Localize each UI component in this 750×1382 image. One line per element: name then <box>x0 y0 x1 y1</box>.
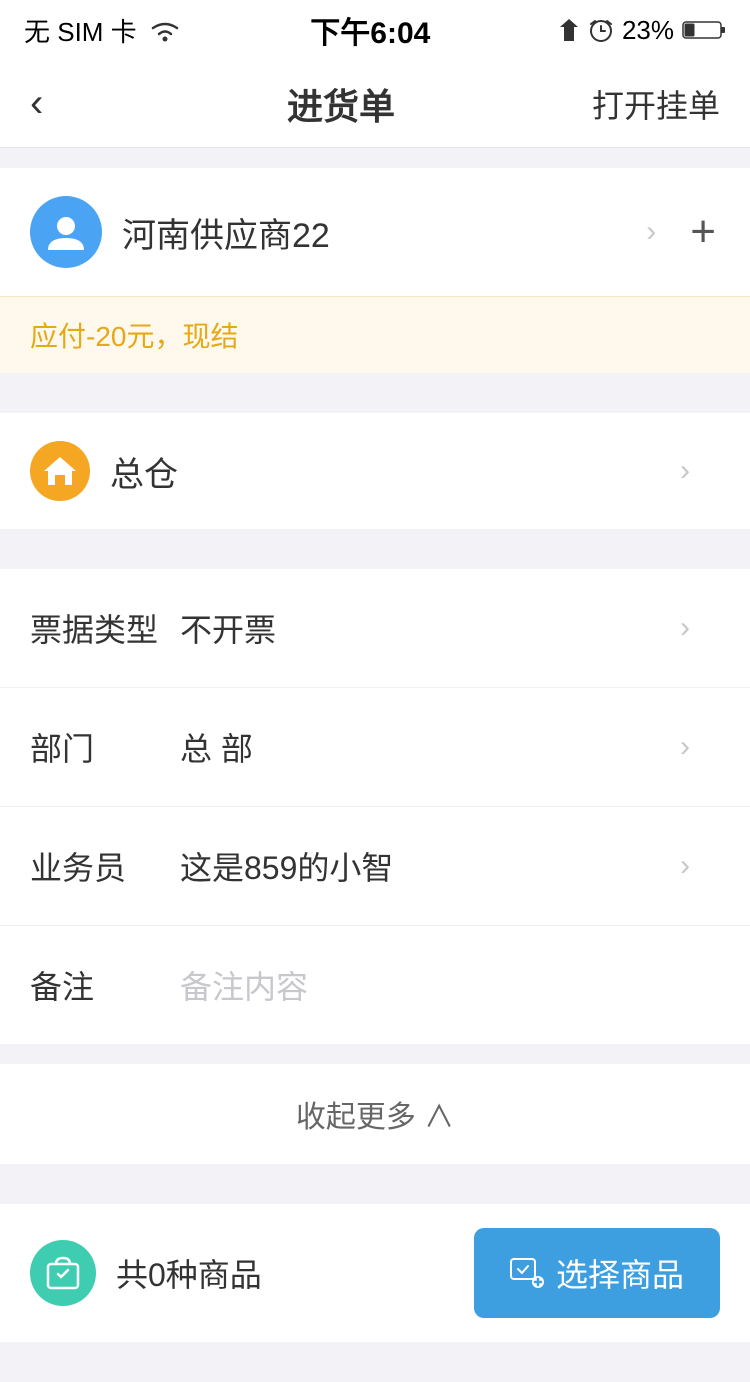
status-bar: 无 SIM 卡 下午6:04 23% <box>0 0 750 60</box>
status-time: 下午6:04 <box>310 8 430 52</box>
salesperson-label: 业务员 <box>30 843 170 889</box>
select-product-button[interactable]: 选择商品 <box>474 1228 720 1318</box>
battery-label: 23% <box>622 15 674 46</box>
invoice-chevron-icon: › <box>680 611 690 645</box>
dept-chevron-icon: › <box>680 730 690 764</box>
section-gap-4 <box>0 1164 750 1184</box>
warehouse-section: 总仓 › <box>0 413 750 529</box>
add-button[interactable]: + <box>686 207 720 257</box>
page-title: 进货单 <box>287 78 395 130</box>
warehouse-chevron-icon: › <box>680 454 690 488</box>
dept-row[interactable]: 部门 总 部 › <box>0 688 750 807</box>
select-product-label: 选择商品 <box>556 1250 684 1296</box>
collapse-row[interactable]: 收起更多 ∧ <box>0 1064 750 1164</box>
remark-label: 备注 <box>30 962 170 1008</box>
status-right: 23% <box>558 15 726 46</box>
section-gap-3 <box>0 529 750 549</box>
invoice-label: 票据类型 <box>30 605 170 651</box>
supplier-chevron-icon: › <box>646 215 656 249</box>
nav-bar: ‹ 进货单 打开挂单 <box>0 60 750 148</box>
supplier-section: 河南供应商22 › + 应付-20元，现结 <box>0 168 750 373</box>
open-pending-button[interactable]: 打开挂单 <box>592 81 720 127</box>
section-gap-1 <box>0 148 750 168</box>
form-section: 票据类型 不开票 › 部门 总 部 › 业务员 这是859的小智 › 备注 备注… <box>0 569 750 1044</box>
warehouse-name: 总仓 <box>110 447 680 496</box>
notice-bar: 应付-20元，现结 <box>0 296 750 373</box>
dept-label: 部门 <box>30 724 170 770</box>
select-product-icon <box>510 1258 544 1288</box>
salesperson-value: 这是859的小智 <box>170 843 680 889</box>
salesperson-row[interactable]: 业务员 这是859的小智 › <box>0 807 750 926</box>
invoice-value: 不开票 <box>170 605 680 651</box>
warehouse-icon <box>30 441 90 501</box>
back-button[interactable]: ‹ <box>30 81 90 126</box>
page-body: 河南供应商22 › + 应付-20元，现结 总仓 › 票据类型 不开票 › <box>0 148 750 1382</box>
alarm-icon <box>588 17 614 43</box>
product-icon <box>30 1240 96 1306</box>
product-count: 共0种商品 <box>116 1250 474 1296</box>
dept-value: 总 部 <box>170 724 680 770</box>
house-icon <box>42 453 78 489</box>
battery-icon <box>682 19 726 41</box>
shopping-icon <box>44 1254 82 1292</box>
remark-input[interactable]: 备注内容 <box>170 962 720 1008</box>
supplier-row[interactable]: 河南供应商22 › + <box>0 168 750 296</box>
status-left: 无 SIM 卡 <box>24 12 183 49</box>
section-gap-2 <box>0 373 750 393</box>
wifi-icon <box>147 17 183 43</box>
supplier-name: 河南供应商22 <box>122 208 646 257</box>
collapse-label: 收起更多 ∧ <box>296 1092 454 1136</box>
carrier-label: 无 SIM 卡 <box>24 12 137 49</box>
supplier-avatar <box>30 196 102 268</box>
user-icon <box>44 210 88 254</box>
invoice-row[interactable]: 票据类型 不开票 › <box>0 569 750 688</box>
location-icon <box>558 17 580 43</box>
warehouse-row[interactable]: 总仓 › <box>0 413 750 529</box>
product-bar: 共0种商品 选择商品 <box>0 1204 750 1342</box>
remark-row[interactable]: 备注 备注内容 <box>0 926 750 1044</box>
notice-text: 应付-20元，现结 <box>30 321 238 352</box>
salesperson-chevron-icon: › <box>680 849 690 883</box>
